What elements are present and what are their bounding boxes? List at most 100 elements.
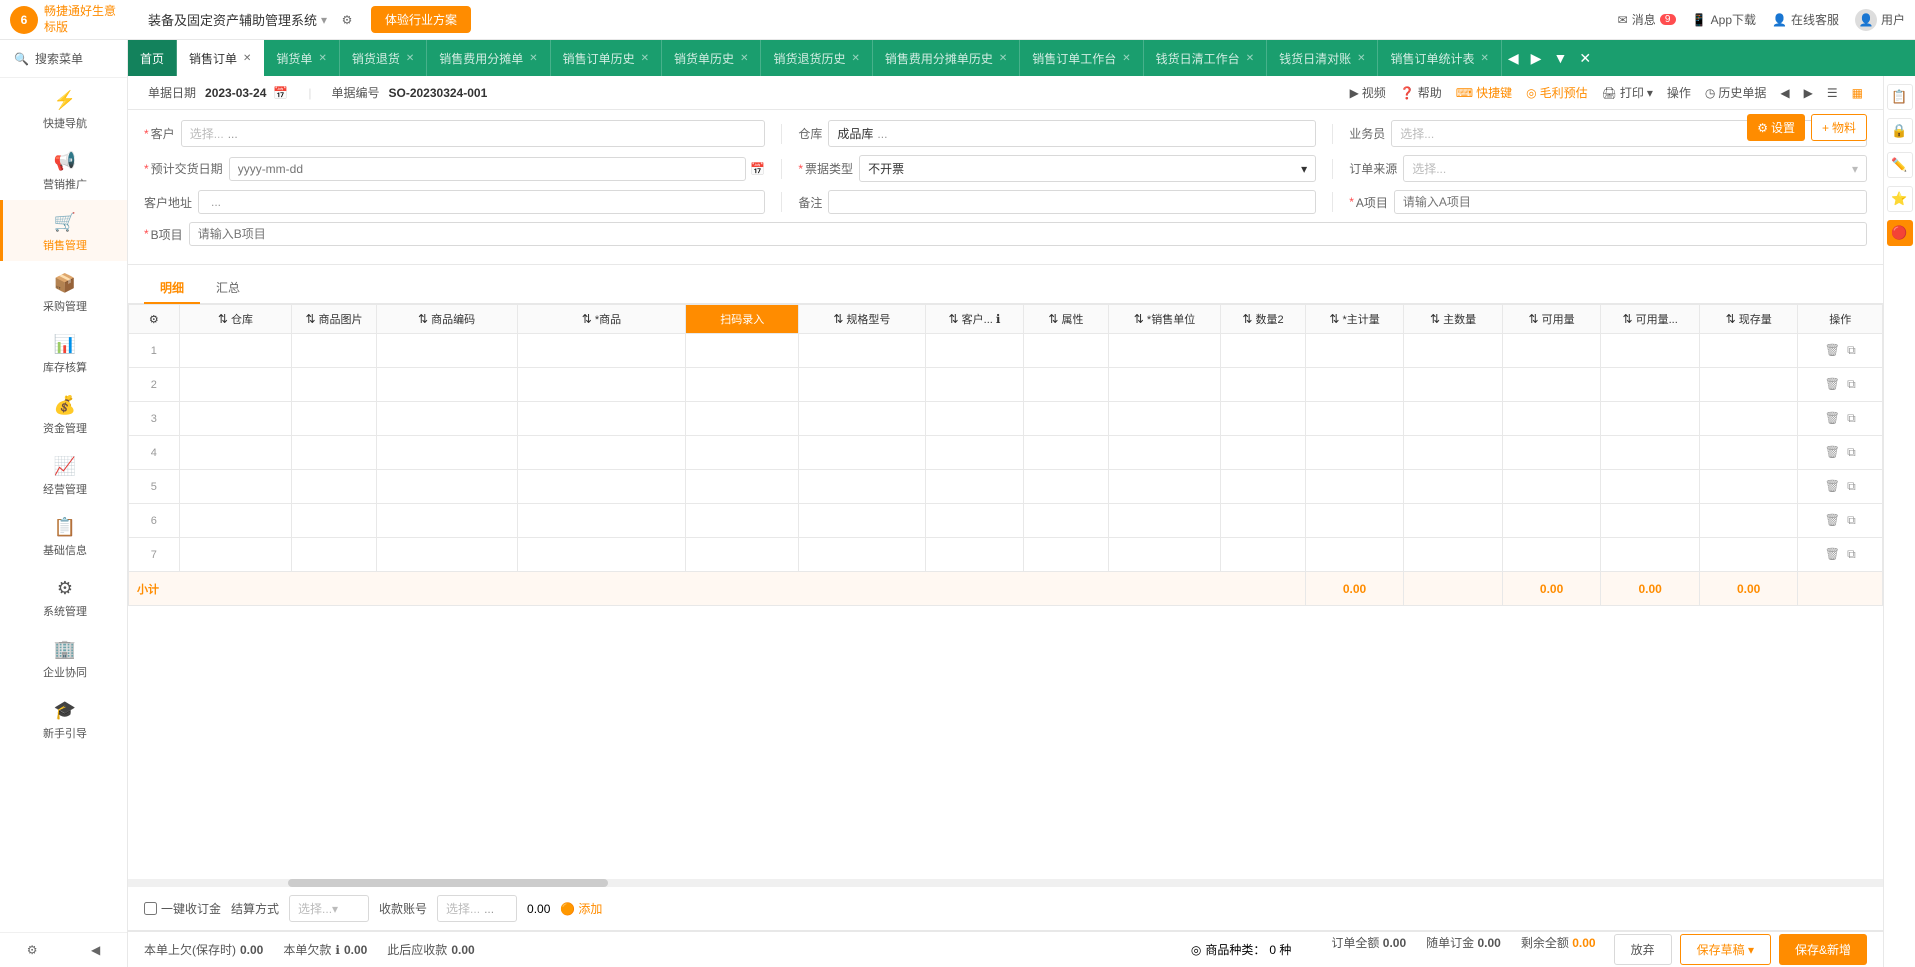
row-avail2-4[interactable] bbox=[1601, 436, 1700, 470]
row-stock-2[interactable] bbox=[1699, 368, 1798, 402]
save-new-btn[interactable]: 保存&新增 bbox=[1779, 934, 1867, 965]
save-draft-btn[interactable]: 保存草稿 ▾ bbox=[1680, 934, 1771, 965]
tab-close-cash-clear[interactable]: ✕ bbox=[1246, 53, 1254, 64]
profit-btn[interactable]: ◎ 毛利预估 bbox=[1522, 82, 1592, 103]
row-attr-3[interactable] bbox=[1024, 402, 1108, 436]
tab-refund-history[interactable]: 销货退货历史 ✕ bbox=[761, 40, 872, 76]
row-avail-4[interactable] bbox=[1502, 436, 1601, 470]
next-record-btn[interactable]: ▶ bbox=[1800, 84, 1817, 102]
tab-close-order-history[interactable]: ✕ bbox=[641, 53, 649, 64]
debt-info-icon[interactable]: ℹ bbox=[335, 943, 340, 957]
row-scan-4[interactable] bbox=[686, 436, 799, 470]
th-product[interactable]: ⇅ *商品 bbox=[517, 305, 686, 334]
sidebar-item-inventory[interactable]: 📊 库存核算 bbox=[0, 322, 127, 383]
th-warehouse[interactable]: ⇅ 仓库 bbox=[179, 305, 292, 334]
row-copy-4[interactable]: ⧉ bbox=[1847, 445, 1856, 459]
th-main-unit[interactable]: ⇅ *主计量 bbox=[1305, 305, 1404, 334]
tab-nav-prev[interactable]: ◀ bbox=[1502, 50, 1525, 67]
row-warehouse-4[interactable] bbox=[179, 436, 292, 470]
tab-order-stats[interactable]: 销售订单统计表 ✕ bbox=[1378, 40, 1501, 76]
th-scan[interactable]: 扫码录入 bbox=[686, 305, 799, 334]
tab-nav-next[interactable]: ▶ bbox=[1525, 50, 1548, 67]
row-code-6[interactable] bbox=[376, 504, 517, 538]
row-op-4[interactable]: 🗑 ⧉ bbox=[1798, 436, 1883, 470]
row-spec-2[interactable] bbox=[799, 368, 926, 402]
sidebar-item-guide[interactable]: 🎓 新手引导 bbox=[0, 688, 127, 749]
row-warehouse-7[interactable] bbox=[179, 538, 292, 572]
tab-cash-clear[interactable]: 钱货日清工作台 ✕ bbox=[1144, 40, 1267, 76]
b-project-input[interactable] bbox=[189, 222, 1867, 246]
row-main-unit-1[interactable] bbox=[1305, 334, 1404, 368]
row-unit-4[interactable] bbox=[1108, 436, 1221, 470]
row-customer-1[interactable] bbox=[925, 334, 1024, 368]
sidebar-item-finance[interactable]: 💰 资金管理 bbox=[0, 383, 127, 444]
tab-close-all[interactable]: ✕ bbox=[1573, 50, 1597, 67]
product-types-icon[interactable]: ◎ bbox=[1191, 943, 1201, 957]
tab-close-workbench[interactable]: ✕ bbox=[1122, 53, 1130, 64]
sidebar-item-operations[interactable]: 📈 经营管理 bbox=[0, 444, 127, 505]
one-click-checkbox-input[interactable] bbox=[144, 902, 157, 915]
right-panel-icon-5[interactable]: 🔴 bbox=[1887, 220, 1913, 246]
row-unit-6[interactable] bbox=[1108, 504, 1221, 538]
row-avail2-6[interactable] bbox=[1601, 504, 1700, 538]
tab-close-sales-refund[interactable]: ✕ bbox=[406, 53, 414, 64]
help-btn[interactable]: ❓ 帮助 bbox=[1396, 82, 1446, 103]
row-scan-1[interactable] bbox=[686, 334, 799, 368]
row-avail2-2[interactable] bbox=[1601, 368, 1700, 402]
row-op-2[interactable]: 🗑 ⧉ bbox=[1798, 368, 1883, 402]
row-customer-2[interactable] bbox=[925, 368, 1024, 402]
row-warehouse-6[interactable] bbox=[179, 504, 292, 538]
row-spec-1[interactable] bbox=[799, 334, 926, 368]
user-btn[interactable]: 👤 用户 bbox=[1855, 9, 1905, 31]
address-input[interactable]: ... bbox=[198, 190, 765, 214]
print-btn[interactable]: 🖨 打印 ▾ bbox=[1598, 82, 1657, 103]
row-attr-4[interactable] bbox=[1024, 436, 1108, 470]
th-avail2[interactable]: ⇅ 可用量... bbox=[1601, 305, 1700, 334]
row-stock-6[interactable] bbox=[1699, 504, 1798, 538]
row-avail-7[interactable] bbox=[1502, 538, 1601, 572]
list-view-btn[interactable]: ☰ bbox=[1823, 84, 1842, 102]
tab-return-history[interactable]: 销货单历史 ✕ bbox=[662, 40, 761, 76]
address-dots[interactable]: ... bbox=[211, 195, 221, 209]
row-avail-1[interactable] bbox=[1502, 334, 1601, 368]
row-customer-3[interactable] bbox=[925, 402, 1024, 436]
tab-sales-order[interactable]: 销售订单 ✕ bbox=[177, 40, 264, 76]
row-main-unit-5[interactable] bbox=[1305, 470, 1404, 504]
history-btn[interactable]: ◷ 历史单据 bbox=[1701, 82, 1771, 103]
app-settings-icon[interactable]: ⚙ bbox=[335, 8, 359, 32]
row-product-3[interactable] bbox=[517, 402, 686, 436]
prev-record-btn[interactable]: ◀ bbox=[1776, 84, 1793, 102]
row-product-5[interactable] bbox=[517, 470, 686, 504]
row-product-6[interactable] bbox=[517, 504, 686, 538]
row-scan-2[interactable] bbox=[686, 368, 799, 402]
row-delete-4[interactable]: 🗑 bbox=[1825, 445, 1840, 459]
th-stock[interactable]: ⇅ 现存量 bbox=[1699, 305, 1798, 334]
warehouse-dots[interactable]: ... bbox=[877, 127, 887, 141]
settings-btn[interactable]: ⚙ 设置 bbox=[1747, 114, 1805, 141]
row-main-qty-6[interactable] bbox=[1404, 504, 1503, 538]
customer-select[interactable]: 选择... ... bbox=[181, 120, 766, 147]
scroll-thumb[interactable] bbox=[288, 879, 608, 887]
discard-btn[interactable]: 放弃 bbox=[1614, 934, 1672, 965]
detail-tab-summary[interactable]: 汇总 bbox=[200, 273, 256, 304]
row-warehouse-1[interactable] bbox=[179, 334, 292, 368]
row-qty2-6[interactable] bbox=[1221, 504, 1305, 538]
row-avail2-1[interactable] bbox=[1601, 334, 1700, 368]
row-code-4[interactable] bbox=[376, 436, 517, 470]
tab-fee-split[interactable]: 销售费用分摊单 ✕ bbox=[427, 40, 550, 76]
row-warehouse-5[interactable] bbox=[179, 470, 292, 504]
row-warehouse-2[interactable] bbox=[179, 368, 292, 402]
shortcut-btn[interactable]: ⌨ 快捷键 bbox=[1452, 82, 1516, 103]
tab-cash-reconcile[interactable]: 钱货日清对账 ✕ bbox=[1267, 40, 1378, 76]
row-copy-5[interactable]: ⧉ bbox=[1847, 479, 1856, 493]
row-op-1[interactable]: 🗑 ⧉ bbox=[1798, 334, 1883, 368]
row-main-unit-4[interactable] bbox=[1305, 436, 1404, 470]
sidebar-item-marketing[interactable]: 📢 营销推广 bbox=[0, 139, 127, 200]
row-customer-6[interactable] bbox=[925, 504, 1024, 538]
row-avail2-5[interactable] bbox=[1601, 470, 1700, 504]
row-main-qty-4[interactable] bbox=[1404, 436, 1503, 470]
row-delete-3[interactable]: 🗑 bbox=[1825, 411, 1840, 425]
th-setting[interactable]: ⚙ bbox=[129, 305, 180, 334]
tab-nav-menu[interactable]: ▼ bbox=[1547, 50, 1573, 66]
row-avail2-3[interactable] bbox=[1601, 402, 1700, 436]
